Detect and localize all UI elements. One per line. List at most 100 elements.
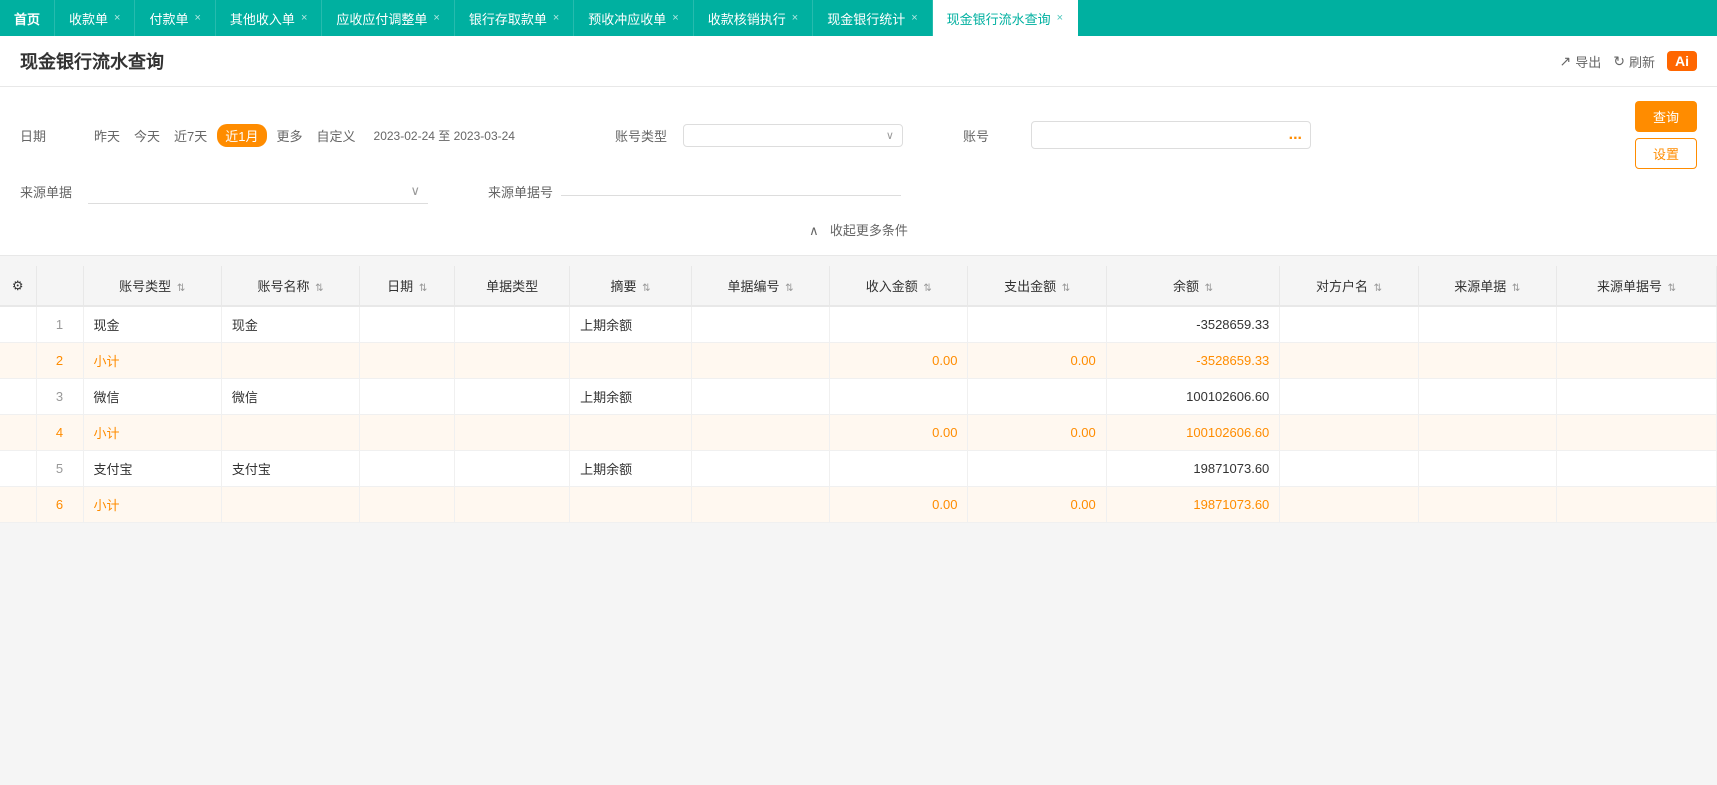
- row-doc-no: [691, 379, 829, 415]
- col-source-doc[interactable]: 来源单据 ⇅: [1418, 266, 1556, 306]
- col-account-name[interactable]: 账号名称 ⇅: [221, 266, 359, 306]
- col-date[interactable]: 日期 ⇅: [360, 266, 455, 306]
- nav-tab-home[interactable]: 首页: [0, 0, 55, 36]
- table-row: 1现金现金上期余额-3528659.33: [0, 306, 1717, 343]
- nav-tab-cash-flow[interactable]: 现金银行流水查询 ×: [933, 0, 1078, 36]
- settings-button[interactable]: 设置: [1635, 138, 1697, 169]
- col-expense[interactable]: 支出金额 ⇅: [968, 266, 1106, 306]
- col-source-doc-no[interactable]: 来源单据号 ⇅: [1556, 266, 1716, 306]
- row-source-doc: [1418, 306, 1556, 343]
- table-row: 4小计0.000.00100102606.60: [0, 415, 1717, 451]
- close-icon[interactable]: ×: [553, 12, 559, 24]
- chevron-down-icon: ∨: [410, 183, 420, 199]
- nav-tab-bank-deposit[interactable]: 银行存取款单 ×: [455, 0, 574, 36]
- row-account-type: 支付宝: [83, 451, 221, 487]
- nav-tab-payment[interactable]: 付款单 ×: [135, 0, 215, 36]
- filter-row-source: 来源单据 ∨ 来源单据号: [20, 179, 1697, 204]
- row-num: 2: [36, 343, 83, 379]
- row-source-doc-no: [1556, 415, 1716, 451]
- account-type-select[interactable]: ∨: [683, 124, 903, 147]
- refresh-button[interactable]: ↻ 刷新: [1613, 52, 1655, 71]
- row-doc-type: [455, 306, 570, 343]
- row-account-type: 微信: [83, 379, 221, 415]
- cash-flow-table: ⚙ 账号类型 ⇅ 账号名称 ⇅ 日期 ⇅ 单据类型 摘要 ⇅: [0, 266, 1717, 523]
- row-account-name: [221, 415, 359, 451]
- col-settings[interactable]: ⚙: [0, 266, 36, 306]
- date-btn-1month[interactable]: 近1月: [217, 124, 266, 147]
- row-doc-type: [455, 343, 570, 379]
- row-num: 5: [36, 451, 83, 487]
- date-btn-more[interactable]: 更多: [273, 124, 307, 147]
- close-icon[interactable]: ×: [792, 12, 798, 24]
- account-type-label: 账号类型: [615, 126, 675, 145]
- account-dots-btn[interactable]: ...: [1289, 126, 1302, 144]
- date-btn-yesterday[interactable]: 昨天: [90, 124, 124, 147]
- row-doc-type: [455, 451, 570, 487]
- account-input[interactable]: ...: [1031, 121, 1311, 149]
- date-btn-today[interactable]: 今天: [130, 124, 164, 147]
- account-filter: 账号 ...: [963, 121, 1311, 149]
- date-btn-7days[interactable]: 近7天: [170, 124, 211, 147]
- row-date: [360, 306, 455, 343]
- row-counter-party: [1280, 343, 1418, 379]
- sort-icon: ⇅: [1374, 283, 1382, 294]
- row-expense: 0.00: [968, 487, 1106, 523]
- row-settings: [0, 487, 36, 523]
- nav-tab-ar-ap-adjust[interactable]: 应收应付调整单 ×: [322, 0, 454, 36]
- row-account-type: 现金: [83, 306, 221, 343]
- col-doc-no[interactable]: 单据编号 ⇅: [691, 266, 829, 306]
- close-icon[interactable]: ×: [194, 12, 200, 24]
- row-source-doc-no: [1556, 451, 1716, 487]
- date-btn-custom[interactable]: 自定义: [313, 124, 360, 147]
- collapse-label: 收起更多条件: [830, 223, 908, 238]
- collapse-bar[interactable]: ∧ 收起更多条件: [20, 214, 1697, 245]
- ai-badge[interactable]: Ai: [1667, 51, 1697, 71]
- row-doc-no: [691, 487, 829, 523]
- row-source-doc: [1418, 451, 1556, 487]
- close-icon[interactable]: ×: [911, 12, 917, 24]
- col-balance[interactable]: 余额 ⇅: [1106, 266, 1280, 306]
- col-summary[interactable]: 摘要 ⇅: [570, 266, 692, 306]
- nav-tab-receipt-verify[interactable]: 收款核销执行 ×: [694, 0, 813, 36]
- nav-tab-other-income[interactable]: 其他收入单 ×: [216, 0, 322, 36]
- table-row: 5支付宝支付宝上期余额19871073.60: [0, 451, 1717, 487]
- col-account-type[interactable]: 账号类型 ⇅: [83, 266, 221, 306]
- page-header: 现金银行流水查询 ↗ 导出 ↻ 刷新 Ai: [0, 36, 1717, 87]
- row-summary: 上期余额: [570, 451, 692, 487]
- row-source-doc: [1418, 487, 1556, 523]
- close-icon[interactable]: ×: [114, 12, 120, 24]
- row-account-type: 小计: [83, 487, 221, 523]
- nav-tab-cash-stats[interactable]: 现金银行统计 ×: [813, 0, 932, 36]
- table-container: ⚙ 账号类型 ⇅ 账号名称 ⇅ 日期 ⇅ 单据类型 摘要 ⇅: [0, 266, 1717, 523]
- row-settings: [0, 415, 36, 451]
- page-title: 现金银行流水查询: [20, 48, 164, 74]
- col-counter-party[interactable]: 对方户名 ⇅: [1280, 266, 1418, 306]
- row-account-name: 支付宝: [221, 451, 359, 487]
- col-doc-type: 单据类型: [455, 266, 570, 306]
- row-summary: 上期余额: [570, 379, 692, 415]
- row-date: [360, 451, 455, 487]
- row-income: 0.00: [830, 487, 968, 523]
- sort-icon: ⇅: [315, 283, 323, 294]
- row-summary: [570, 487, 692, 523]
- close-icon[interactable]: ×: [301, 12, 307, 24]
- top-nav: 首页 收款单 × 付款单 × 其他收入单 × 应收应付调整单 × 银行存取款单 …: [0, 0, 1717, 36]
- sort-icon: ⇅: [785, 283, 793, 294]
- row-income: [830, 451, 968, 487]
- row-num: 3: [36, 379, 83, 415]
- close-icon[interactable]: ×: [1057, 12, 1063, 24]
- nav-tab-prepay-offset[interactable]: 预收冲应收单 ×: [574, 0, 693, 36]
- close-icon[interactable]: ×: [672, 12, 678, 24]
- export-button[interactable]: ↗ 导出: [1560, 52, 1602, 71]
- row-settings: [0, 343, 36, 379]
- close-icon[interactable]: ×: [433, 12, 439, 24]
- row-summary: [570, 343, 692, 379]
- col-income[interactable]: 收入金额 ⇅: [830, 266, 968, 306]
- query-button[interactable]: 查询: [1635, 101, 1697, 132]
- source-doc-no-filter: 来源单据号: [488, 182, 901, 201]
- source-doc-select[interactable]: ∨: [88, 179, 428, 204]
- row-summary: 上期余额: [570, 306, 692, 343]
- nav-tab-receipt[interactable]: 收款单 ×: [55, 0, 135, 36]
- export-icon: ↗: [1560, 53, 1572, 70]
- source-doc-no-input[interactable]: [561, 187, 901, 196]
